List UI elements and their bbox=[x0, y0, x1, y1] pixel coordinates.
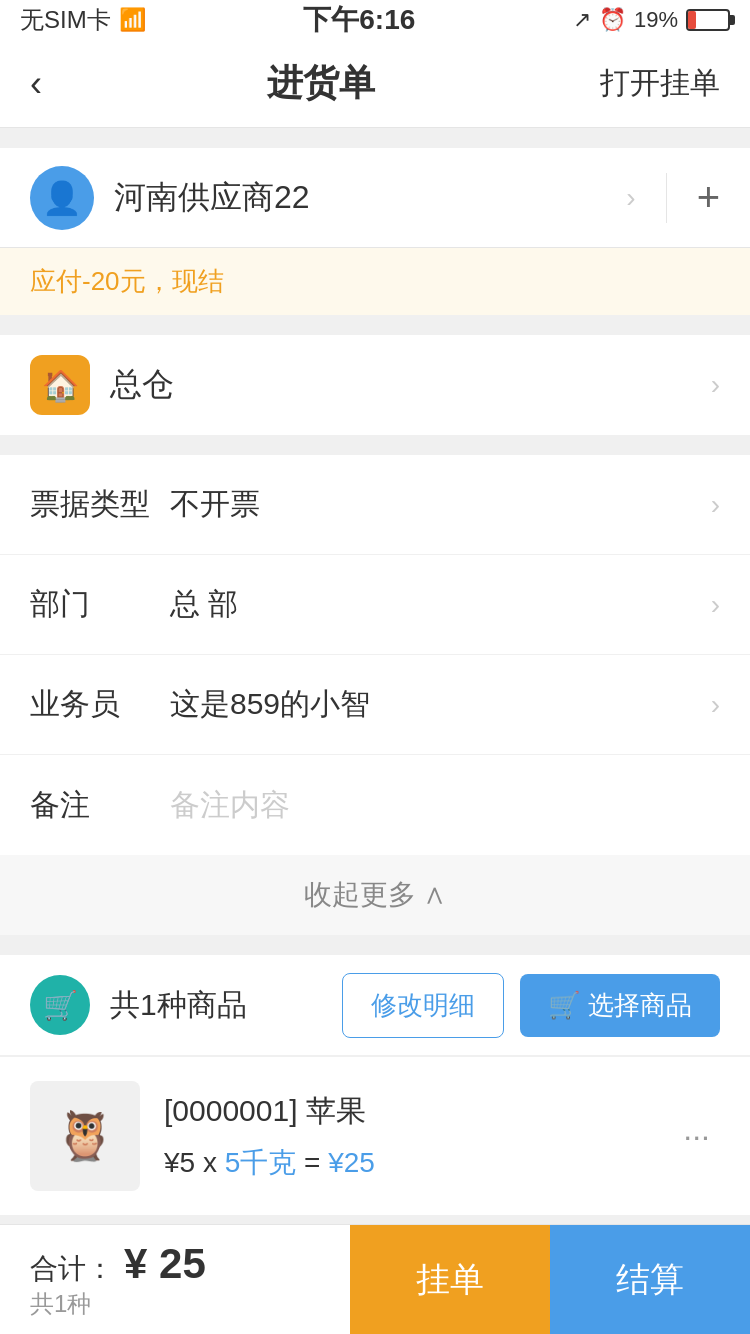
checkout-button[interactable]: 结算 bbox=[550, 1225, 750, 1334]
warehouse-name: 总仓 bbox=[110, 363, 711, 407]
alarm-icon: ⏰ bbox=[599, 7, 626, 33]
product-code: [0000001] bbox=[164, 1094, 297, 1127]
dept-value: 总 部 bbox=[170, 584, 711, 625]
hang-button[interactable]: 挂单 bbox=[350, 1225, 550, 1334]
total-sub: 共1种 bbox=[30, 1288, 320, 1320]
supplier-name: 河南供应商22 bbox=[114, 176, 626, 220]
products-header: 🛒 共1种商品 修改明细 🛒 选择商品 bbox=[0, 955, 750, 1055]
products-icon-symbol: 🛒 bbox=[43, 989, 78, 1022]
supplier-divider bbox=[666, 173, 667, 223]
add-button[interactable]: + bbox=[697, 175, 720, 220]
notice-bar: 应付-20元，现结 bbox=[0, 248, 750, 315]
warehouse-arrow-icon: › bbox=[711, 369, 720, 401]
battery-icon bbox=[686, 9, 730, 31]
supplier-section[interactable]: 👤 河南供应商22 › + bbox=[0, 148, 750, 248]
warehouse-icon: 🏠 bbox=[30, 355, 90, 415]
product-more-button[interactable]: ··· bbox=[673, 1108, 720, 1165]
gap-3 bbox=[0, 435, 750, 455]
avatar-icon: 👤 bbox=[42, 179, 82, 217]
status-bar: 无SIM卡 📶 下午6:16 ↗ ⏰ 19% bbox=[0, 0, 750, 40]
product-thumb-icon: 🦉 bbox=[55, 1108, 115, 1164]
products-icon: 🛒 bbox=[30, 975, 90, 1035]
status-right: ↗ ⏰ 19% bbox=[573, 7, 730, 33]
content: 👤 河南供应商22 › + 应付-20元，现结 🏠 总仓 › 票据类型 不开票 … bbox=[0, 128, 750, 1334]
total-row: 合计： ¥ 25 bbox=[30, 1240, 320, 1288]
gap-1 bbox=[0, 128, 750, 148]
sales-value: 这是859的小智 bbox=[170, 684, 711, 725]
product-equals: = bbox=[304, 1147, 328, 1178]
product-thumbnail: 🦉 bbox=[30, 1081, 140, 1191]
remark-row[interactable]: 备注 备注内容 bbox=[0, 755, 750, 855]
remark-input[interactable]: 备注内容 bbox=[170, 785, 720, 826]
product-title: 苹果 bbox=[306, 1094, 366, 1127]
invoice-label: 票据类型 bbox=[30, 484, 150, 525]
product-info: [0000001] 苹果 ¥5 x 5千克 = ¥25 bbox=[164, 1091, 673, 1182]
select-product-icon: 🛒 bbox=[548, 990, 580, 1021]
invoice-value: 不开票 bbox=[170, 484, 711, 525]
warehouse-icon-symbol: 🏠 bbox=[42, 368, 79, 403]
status-left: 无SIM卡 📶 bbox=[20, 4, 146, 36]
select-product-button[interactable]: 🛒 选择商品 bbox=[520, 974, 720, 1037]
product-qty: 5千克 bbox=[225, 1147, 297, 1178]
product-item: 🦉 [0000001] 苹果 ¥5 x 5千克 = ¥25 ··· bbox=[0, 1057, 750, 1215]
supplier-arrow-icon: › bbox=[626, 182, 635, 214]
total-label: 合计： bbox=[30, 1250, 114, 1288]
back-button[interactable]: ‹ bbox=[30, 63, 42, 105]
location-icon: ↗ bbox=[573, 7, 591, 33]
product-name: [0000001] 苹果 bbox=[164, 1091, 673, 1132]
collapse-button[interactable]: 收起更多 ∧ bbox=[0, 855, 750, 935]
dept-arrow-icon: › bbox=[711, 589, 720, 621]
modify-detail-button[interactable]: 修改明细 bbox=[342, 973, 504, 1038]
product-total: ¥25 bbox=[328, 1147, 375, 1178]
form-section: 票据类型 不开票 › 部门 总 部 › 业务员 这是859的小智 › 备注 备注… bbox=[0, 455, 750, 855]
nav-bar: ‹ 进货单 打开挂单 bbox=[0, 40, 750, 128]
invoice-row[interactable]: 票据类型 不开票 › bbox=[0, 455, 750, 555]
open-hang-button[interactable]: 打开挂单 bbox=[600, 63, 720, 104]
sales-row[interactable]: 业务员 这是859的小智 › bbox=[0, 655, 750, 755]
wifi-icon: 📶 bbox=[119, 7, 146, 33]
invoice-arrow-icon: › bbox=[711, 489, 720, 521]
page-title: 进货单 bbox=[267, 59, 375, 108]
total-amount: ¥ 25 bbox=[124, 1240, 206, 1288]
sales-arrow-icon: › bbox=[711, 689, 720, 721]
select-product-label: 选择商品 bbox=[588, 988, 692, 1023]
warehouse-section[interactable]: 🏠 总仓 › bbox=[0, 335, 750, 435]
product-multiply: x bbox=[203, 1147, 225, 1178]
notice-text: 应付-20元，现结 bbox=[30, 266, 224, 296]
status-time: 下午6:16 bbox=[303, 1, 415, 39]
carrier-text: 无SIM卡 bbox=[20, 4, 111, 36]
battery-percent: 19% bbox=[634, 7, 678, 33]
gap-4 bbox=[0, 935, 750, 955]
bottom-bar: 合计： ¥ 25 共1种 挂单 结算 bbox=[0, 1224, 750, 1334]
sales-label: 业务员 bbox=[30, 684, 150, 725]
total-section: 合计： ¥ 25 共1种 bbox=[0, 1225, 350, 1334]
product-price: ¥5 x 5千克 = ¥25 bbox=[164, 1144, 673, 1182]
supplier-avatar: 👤 bbox=[30, 166, 94, 230]
products-count: 共1种商品 bbox=[110, 985, 342, 1026]
gap-2 bbox=[0, 315, 750, 335]
collapse-label: 收起更多 ∧ bbox=[304, 876, 447, 914]
dept-row[interactable]: 部门 总 部 › bbox=[0, 555, 750, 655]
product-unit-price: ¥5 bbox=[164, 1147, 195, 1178]
dept-label: 部门 bbox=[30, 584, 150, 625]
remark-label: 备注 bbox=[30, 785, 150, 826]
